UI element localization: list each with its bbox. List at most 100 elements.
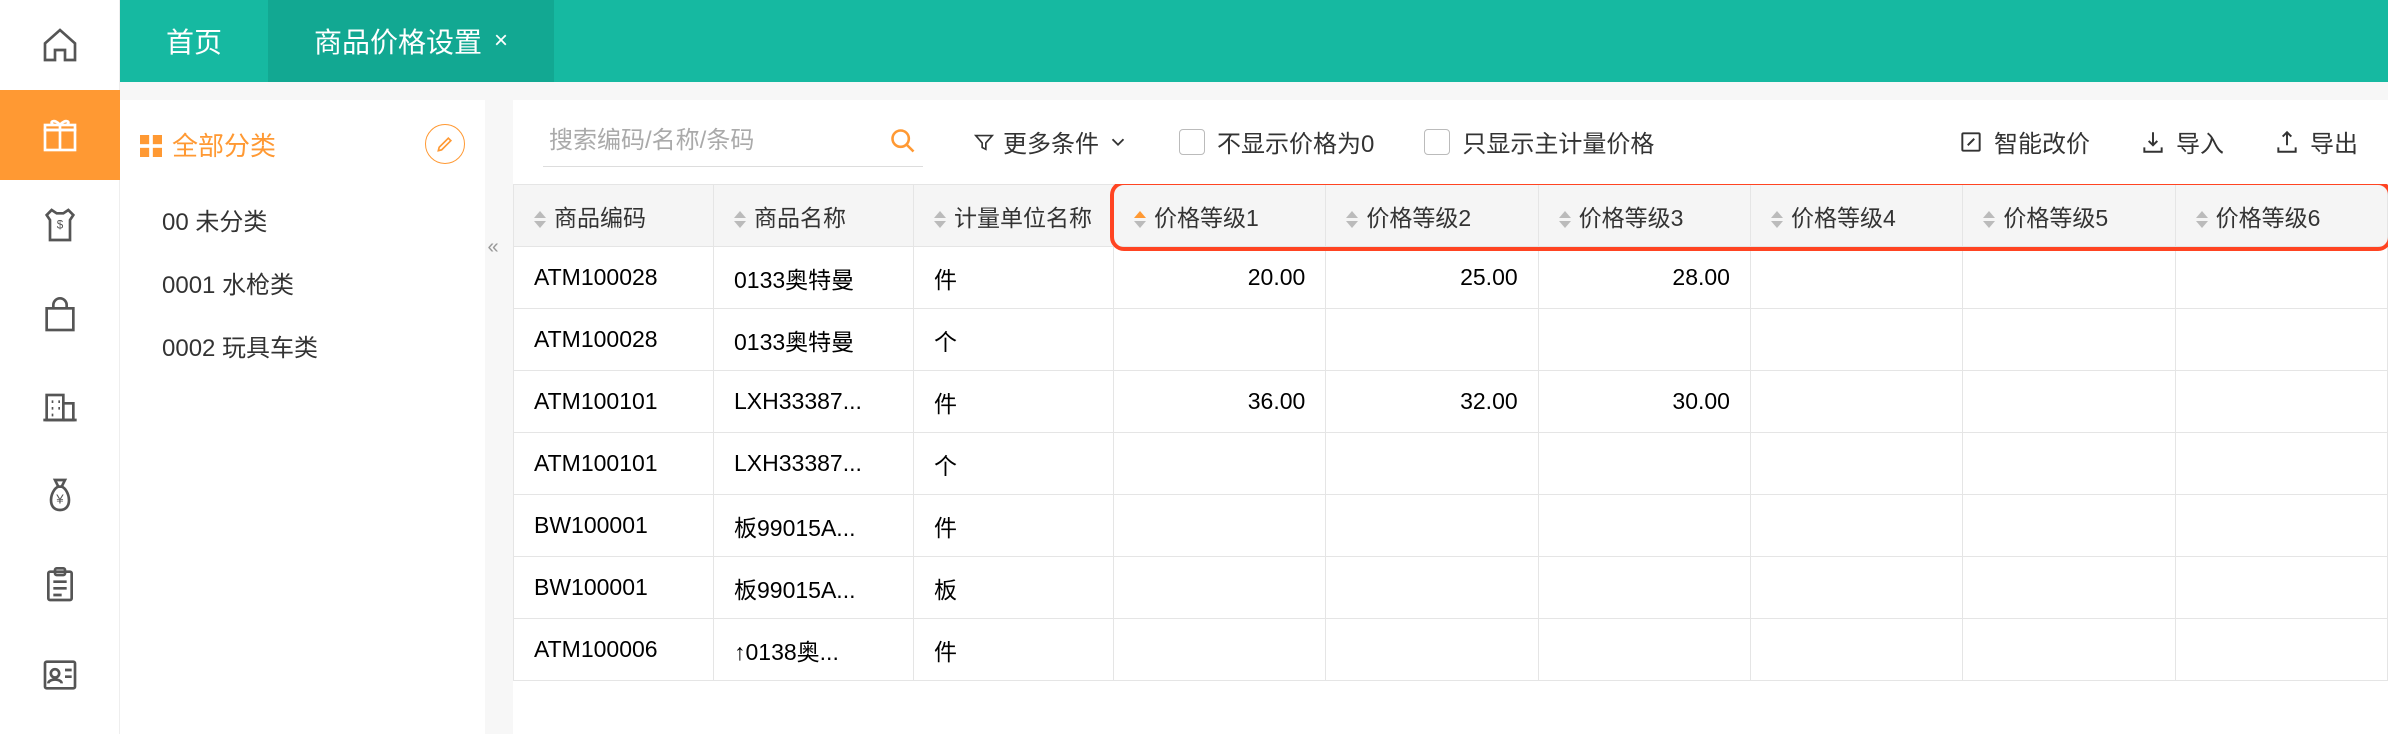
cell-price[interactable] [1538, 309, 1750, 371]
table-row[interactable]: ATM1000280133奥特曼个 [514, 309, 2388, 371]
svg-text:¥: ¥ [55, 491, 64, 506]
cell-price[interactable] [1538, 495, 1750, 557]
cell-price[interactable]: 20.00 [1114, 247, 1326, 309]
cell-price[interactable] [1326, 557, 1538, 619]
cell-price[interactable] [1538, 619, 1750, 681]
column-header[interactable]: 价格等级4 [1750, 185, 1962, 247]
gift-icon [40, 115, 80, 155]
cell-price[interactable]: 32.00 [1326, 371, 1538, 433]
edit-icon [1958, 129, 1984, 155]
column-header[interactable]: 价格等级1 [1114, 185, 1326, 247]
column-label: 价格等级1 [1154, 205, 1259, 231]
cell-price[interactable] [1963, 433, 2175, 495]
cell-price[interactable]: 25.00 [1326, 247, 1538, 309]
cell-price[interactable] [1750, 371, 1962, 433]
rail-shirt[interactable]: $ [0, 180, 120, 270]
rail-contact[interactable] [0, 630, 120, 720]
column-label: 价格等级4 [1791, 205, 1896, 231]
hide-zero-checkbox[interactable]: 不显示价格为0 [1179, 124, 1374, 159]
rail-clipboard[interactable] [0, 540, 120, 630]
cell-price[interactable]: 36.00 [1114, 371, 1326, 433]
cell-price[interactable] [1750, 247, 1962, 309]
cell-price[interactable] [2175, 309, 2387, 371]
cell-text: 板 [914, 557, 1114, 619]
collapse-tree-handle[interactable]: « [479, 228, 507, 266]
cell-price[interactable] [1963, 557, 2175, 619]
table-row[interactable]: BW100001板99015A...件 [514, 495, 2388, 557]
cell-price[interactable] [1963, 247, 2175, 309]
table-row[interactable]: ATM100101LXH33387...件36.0032.0030.00 [514, 371, 2388, 433]
import-button[interactable]: 导入 [2140, 124, 2224, 159]
cell-price[interactable] [1963, 371, 2175, 433]
nav-rail: $ ¥ [0, 0, 120, 734]
more-filters-button[interactable]: 更多条件 [973, 124, 1129, 159]
column-header[interactable]: 商品编码 [514, 185, 714, 247]
column-header[interactable]: 价格等级6 [2175, 185, 2387, 247]
funnel-icon [973, 131, 995, 153]
cell-price[interactable] [1326, 495, 1538, 557]
pencil-icon [435, 134, 455, 154]
table-row[interactable]: ATM100006↑0138奥...件 [514, 619, 2388, 681]
column-header[interactable]: 价格等级3 [1538, 185, 1750, 247]
cell-price[interactable] [1963, 495, 2175, 557]
cell-price[interactable] [1326, 619, 1538, 681]
search-input[interactable] [543, 117, 923, 167]
table-row[interactable]: ATM100101LXH33387...个 [514, 433, 2388, 495]
table-row[interactable]: ATM1000280133奥特曼件20.0025.0028.00 [514, 247, 2388, 309]
smart-change-label: 智能改价 [1994, 124, 2090, 159]
svg-text:$: $ [56, 218, 63, 231]
export-button[interactable]: 导出 [2274, 124, 2358, 159]
import-label: 导入 [2176, 124, 2224, 159]
cell-price[interactable] [1750, 433, 1962, 495]
cell-text: ATM100101 [514, 371, 714, 433]
cell-price[interactable] [2175, 495, 2387, 557]
cell-price[interactable] [1326, 309, 1538, 371]
table-row[interactable]: BW100001板99015A...板 [514, 557, 2388, 619]
cell-price[interactable] [1750, 619, 1962, 681]
cell-price[interactable] [1114, 495, 1326, 557]
cell-text: 件 [914, 371, 1114, 433]
tab-home[interactable]: 首页 [120, 0, 268, 82]
cell-text: 件 [914, 619, 1114, 681]
cell-price[interactable]: 30.00 [1538, 371, 1750, 433]
rail-building[interactable] [0, 360, 120, 450]
smart-change-button[interactable]: 智能改价 [1958, 124, 2090, 159]
rail-money[interactable]: ¥ [0, 450, 120, 540]
tree-item[interactable]: 0001 水枪类 [140, 251, 465, 314]
rail-bag[interactable] [0, 270, 120, 360]
cell-price[interactable] [1114, 619, 1326, 681]
cell-price[interactable] [1538, 557, 1750, 619]
cell-price[interactable] [1326, 433, 1538, 495]
column-label: 商品名称 [754, 205, 846, 231]
tab-price-settings[interactable]: 商品价格设置 × [268, 0, 554, 82]
cell-price[interactable]: 28.00 [1538, 247, 1750, 309]
cell-price[interactable] [1963, 309, 2175, 371]
only-main-unit-checkbox[interactable]: 只显示主计量价格 [1424, 124, 1654, 159]
cell-price[interactable] [1114, 557, 1326, 619]
cell-price[interactable] [1750, 309, 1962, 371]
cell-price[interactable] [2175, 371, 2387, 433]
cell-price[interactable] [1114, 309, 1326, 371]
cell-price[interactable] [1750, 495, 1962, 557]
cell-price[interactable] [1114, 433, 1326, 495]
cell-price[interactable] [2175, 557, 2387, 619]
tree-item[interactable]: 0002 玩具车类 [140, 314, 465, 377]
cell-price[interactable] [2175, 433, 2387, 495]
column-header[interactable]: 计量单位名称 [914, 185, 1114, 247]
column-header[interactable]: 价格等级5 [1963, 185, 2175, 247]
column-header[interactable]: 商品名称 [714, 185, 914, 247]
column-header[interactable]: 价格等级2 [1326, 185, 1538, 247]
cell-text: ATM100028 [514, 309, 714, 371]
cell-price[interactable] [2175, 247, 2387, 309]
tree-item[interactable]: 00 未分类 [140, 188, 465, 251]
cell-price[interactable] [2175, 619, 2387, 681]
rail-home[interactable] [0, 0, 120, 90]
edit-category-button[interactable] [425, 124, 465, 164]
cell-price[interactable] [1538, 433, 1750, 495]
rail-gift[interactable] [0, 90, 120, 180]
cell-price[interactable] [1963, 619, 2175, 681]
table-panel: 更多条件 不显示价格为0 只显示主计量价格 智能改价 [513, 100, 2388, 734]
close-icon[interactable]: × [494, 27, 508, 55]
cell-price[interactable] [1750, 557, 1962, 619]
export-icon [2274, 129, 2300, 155]
